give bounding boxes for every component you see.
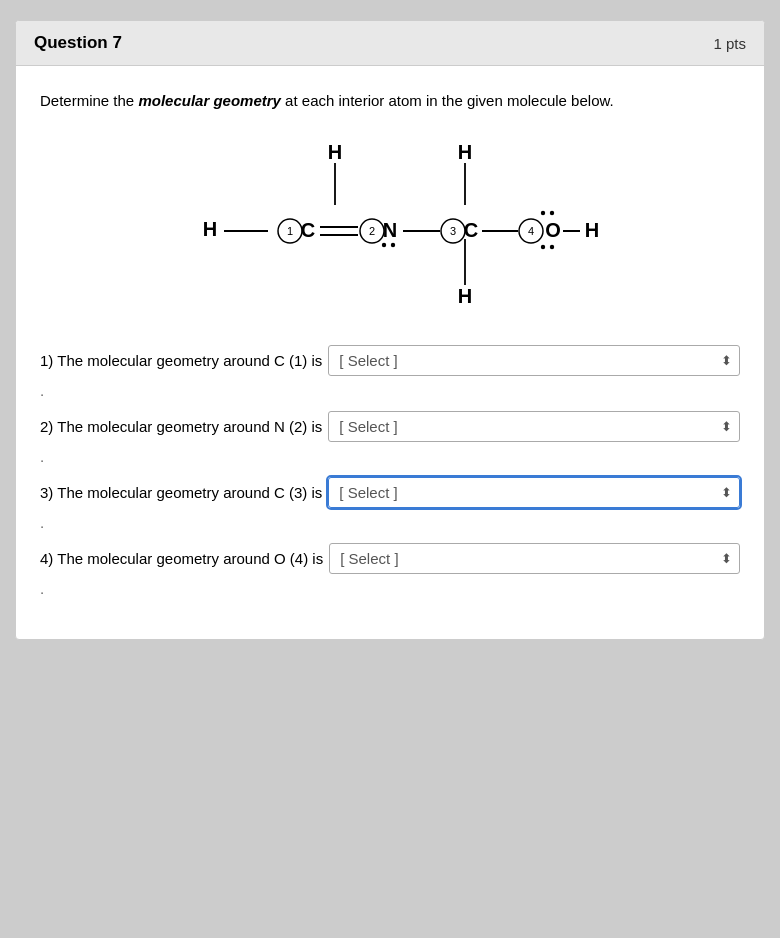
- molecule-svg: H H H 1 C 2 N: [180, 137, 600, 317]
- question-row-1: 1) The molecular geometry around C (1) i…: [40, 345, 740, 376]
- svg-text:H: H: [585, 219, 599, 241]
- q3-label: 3) The molecular geometry around C (3) i…: [40, 484, 322, 501]
- question-description: Determine the molecular geometry at each…: [40, 90, 740, 113]
- q4-select[interactable]: [ Select ]lineartrigonal planarbenttetra…: [329, 543, 740, 574]
- dot-1: .: [40, 382, 740, 399]
- dot-4: .: [40, 580, 740, 597]
- svg-text:H: H: [458, 141, 472, 163]
- card-body: Determine the molecular geometry at each…: [16, 66, 764, 639]
- card-header: Question 7 1 pts: [16, 21, 764, 66]
- svg-point-26: [550, 244, 554, 248]
- dot-2: .: [40, 448, 740, 465]
- points-label: 1 pts: [713, 35, 746, 52]
- question-row-3: 3) The molecular geometry around C (3) i…: [40, 477, 740, 508]
- q3-select-wrapper: [ Select ]lineartrigonal planarbenttetra…: [328, 477, 740, 508]
- svg-text:H: H: [328, 141, 342, 163]
- dot-3: .: [40, 514, 740, 531]
- q1-label: 1) The molecular geometry around C (1) i…: [40, 352, 322, 369]
- svg-point-24: [550, 210, 554, 214]
- svg-point-23: [541, 210, 545, 214]
- svg-text:N: N: [383, 219, 397, 241]
- svg-point-14: [382, 242, 386, 246]
- q2-label: 2) The molecular geometry around N (2) i…: [40, 418, 322, 435]
- q4-select-wrapper: [ Select ]lineartrigonal planarbenttetra…: [329, 543, 740, 574]
- svg-text:O: O: [545, 219, 561, 241]
- molecule-diagram: H H H 1 C 2 N: [40, 137, 740, 317]
- svg-text:2: 2: [369, 225, 375, 237]
- question-card: Question 7 1 pts Determine the molecular…: [15, 20, 765, 640]
- svg-point-15: [391, 242, 395, 246]
- svg-text:4: 4: [528, 225, 534, 237]
- question-row-4: 4) The molecular geometry around O (4) i…: [40, 543, 740, 574]
- question-title: Question 7: [34, 33, 122, 53]
- svg-text:H: H: [458, 285, 472, 307]
- svg-text:H: H: [203, 218, 217, 240]
- q1-select-wrapper: [ Select ]lineartrigonal planarbenttetra…: [328, 345, 740, 376]
- svg-text:C: C: [464, 219, 478, 241]
- q2-select-wrapper: [ Select ]lineartrigonal planarbenttetra…: [328, 411, 740, 442]
- q2-select[interactable]: [ Select ]lineartrigonal planarbenttetra…: [328, 411, 740, 442]
- q4-label: 4) The molecular geometry around O (4) i…: [40, 550, 323, 567]
- q1-select[interactable]: [ Select ]lineartrigonal planarbenttetra…: [328, 345, 740, 376]
- question-row-2: 2) The molecular geometry around N (2) i…: [40, 411, 740, 442]
- svg-text:3: 3: [450, 225, 456, 237]
- q3-select[interactable]: [ Select ]lineartrigonal planarbenttetra…: [328, 477, 740, 508]
- svg-text:1: 1: [287, 225, 293, 237]
- svg-point-25: [541, 244, 545, 248]
- svg-text:C: C: [301, 219, 315, 241]
